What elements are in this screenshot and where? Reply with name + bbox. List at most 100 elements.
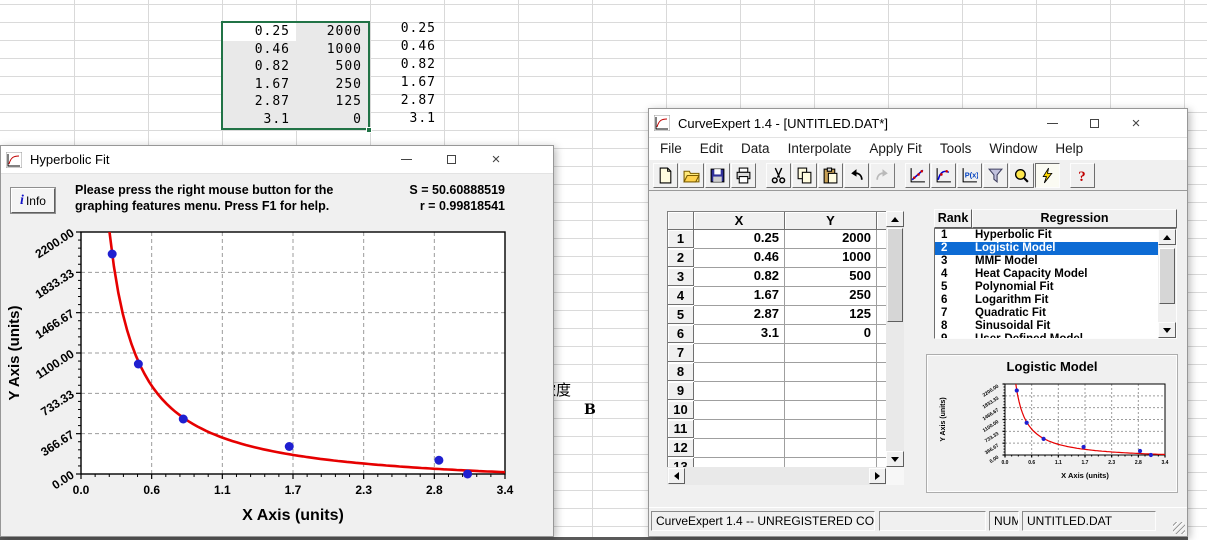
regression-item-4[interactable]: 4Heat Capacity Model	[935, 268, 1159, 281]
toolbar-print-button[interactable]	[731, 163, 756, 188]
toolbar-open-file-button[interactable]	[679, 163, 704, 188]
row-header-10[interactable]: 10	[668, 401, 694, 419]
cell-x-12[interactable]	[694, 439, 785, 458]
toolbar-auto-fit-button[interactable]	[1035, 163, 1060, 188]
cell-x-2[interactable]: 0.46	[694, 249, 785, 268]
cell-x-5[interactable]: 2.87	[694, 306, 785, 325]
ce-close-button[interactable]: ×	[1121, 110, 1151, 136]
menu-tools[interactable]: Tools	[931, 138, 981, 160]
cell-y-13[interactable]	[785, 458, 877, 467]
cell-x-11[interactable]	[694, 420, 785, 439]
rank-column-header[interactable]: Rank	[934, 209, 972, 228]
cell-y-5[interactable]: 125	[785, 306, 877, 325]
menu-edit[interactable]: Edit	[691, 138, 732, 160]
cell-y-2[interactable]: 1000	[785, 249, 877, 268]
spreadsheet-extra-column[interactable]: 0.250.460.821.672.873.1	[370, 21, 444, 129]
regression-item-7[interactable]: 7Quadratic Fit	[935, 307, 1159, 320]
row-header-8[interactable]: 8	[668, 363, 694, 381]
cell-y-10[interactable]	[785, 401, 877, 420]
cell-y-9[interactable]	[785, 382, 877, 401]
toolbar-new-file-button[interactable]	[653, 163, 678, 188]
cell-y-6[interactable]: 0	[785, 325, 877, 344]
row-header-6[interactable]: 6	[668, 325, 694, 343]
toolbar-save-file-button[interactable]	[705, 163, 730, 188]
regression-item-3[interactable]: 3MMF Model	[935, 255, 1159, 268]
regression-item-8[interactable]: 8Sinusoidal Fit	[935, 320, 1159, 333]
cell-x-10[interactable]	[694, 401, 785, 420]
row-header-2[interactable]: 2	[668, 249, 694, 267]
spreadsheet-cell[interactable]: 1000	[296, 41, 368, 59]
scroll-up-icon[interactable]	[891, 217, 899, 222]
ce-maximize-button[interactable]	[1079, 110, 1109, 136]
menu-file[interactable]: File	[651, 138, 691, 160]
toolbar-polynomial-fit-button[interactable]: P(x)	[957, 163, 982, 188]
spreadsheet-selected-range[interactable]: 0.2520000.4610000.825001.672502.871253.1…	[221, 21, 370, 130]
cell-y-3[interactable]: 500	[785, 268, 877, 287]
regression-item-1[interactable]: 1Hyperbolic Fit	[935, 229, 1159, 242]
row-header-9[interactable]: 9	[668, 382, 694, 400]
info-button[interactable]: i Info	[11, 188, 55, 213]
table-vscroll-thumb[interactable]	[887, 228, 903, 322]
menu-apply-fit[interactable]: Apply Fit	[860, 138, 931, 160]
resize-grip[interactable]	[1173, 522, 1185, 534]
spreadsheet-cell[interactable]: 2.87	[223, 93, 296, 111]
row-header-3[interactable]: 3	[668, 268, 694, 286]
cell-x-3[interactable]: 0.82	[694, 268, 785, 287]
table-horizontal-scrollbar[interactable]	[667, 467, 887, 485]
spreadsheet-cell[interactable]: 3.1	[223, 111, 296, 129]
regression-item-2[interactable]: 2Logistic Model	[935, 242, 1159, 255]
fit-plot-canvas[interactable]: 0.02200.000.61833.331.11466.671.71100.00…	[1, 216, 555, 538]
spreadsheet-cell[interactable]: 2000	[296, 23, 368, 41]
spreadsheet-cell[interactable]: 0	[296, 111, 368, 129]
spreadsheet-cell[interactable]: 0.82	[370, 57, 444, 75]
menu-window[interactable]: Window	[980, 138, 1046, 160]
spreadsheet-cell[interactable]: 0.25	[223, 23, 296, 41]
fit-close-button[interactable]: ×	[481, 147, 511, 173]
spreadsheet-cell[interactable]: 500	[296, 58, 368, 76]
ranking-scrollbar[interactable]	[1158, 229, 1176, 338]
toolbar-undo-button[interactable]	[844, 163, 869, 188]
scroll-down-icon[interactable]	[1163, 328, 1171, 333]
regression-item-9[interactable]: 9User-Defined Model	[935, 333, 1159, 339]
menu-interpolate[interactable]: Interpolate	[779, 138, 861, 160]
cell-y-1[interactable]: 2000	[785, 230, 877, 249]
toolbar-linear-fit-button[interactable]	[905, 163, 930, 188]
row-header-12[interactable]: 12	[668, 439, 694, 457]
cell-y-11[interactable]	[785, 420, 877, 439]
scroll-up-icon[interactable]	[1163, 235, 1171, 240]
ce-minimize-button[interactable]	[1037, 110, 1067, 136]
row-header-13[interactable]: 13	[668, 458, 694, 467]
scroll-left-icon[interactable]	[674, 472, 679, 480]
spreadsheet-cell[interactable]: 2.87	[370, 93, 444, 111]
spreadsheet-cell[interactable]: 0.25	[370, 21, 444, 39]
regression-item-6[interactable]: 6Logarithm Fit	[935, 294, 1159, 307]
menu-data[interactable]: Data	[732, 138, 779, 160]
row-header-11[interactable]: 11	[668, 420, 694, 438]
cell-x-4[interactable]: 1.67	[694, 287, 785, 306]
fit-minimize-button[interactable]	[391, 147, 421, 173]
cell-x-7[interactable]	[694, 344, 785, 363]
toolbar-curve-fit-button[interactable]	[931, 163, 956, 188]
spreadsheet-cell[interactable]: 0.82	[223, 58, 296, 76]
toolbar-help-button[interactable]: ?	[1070, 163, 1095, 188]
toolbar-copy-button[interactable]	[792, 163, 817, 188]
row-header-7[interactable]: 7	[668, 344, 694, 362]
cell-x-8[interactable]	[694, 363, 785, 382]
row-header-1[interactable]: 1	[668, 230, 694, 248]
cell-y-7[interactable]	[785, 344, 877, 363]
fit-window-titlebar[interactable]: Hyperbolic Fit ×	[1, 146, 553, 174]
ranking-scroll-thumb[interactable]	[1159, 248, 1175, 304]
regression-column-header[interactable]: Regression	[972, 209, 1177, 228]
menu-help[interactable]: Help	[1046, 138, 1092, 160]
toolbar-data-analysis-button[interactable]	[983, 163, 1008, 188]
cell-y-8[interactable]	[785, 363, 877, 382]
toolbar-paste-button[interactable]	[818, 163, 843, 188]
cell-x-6[interactable]: 3.1	[694, 325, 785, 344]
spreadsheet-cell[interactable]: 3.1	[370, 111, 444, 129]
spreadsheet-cell[interactable]: 125	[296, 93, 368, 111]
cell-y-4[interactable]: 250	[785, 287, 877, 306]
cell-x-13[interactable]	[694, 458, 785, 467]
regression-item-5[interactable]: 5Polynomial Fit	[935, 281, 1159, 294]
scroll-down-icon[interactable]	[891, 457, 899, 462]
spreadsheet-cell[interactable]: 1.67	[370, 75, 444, 93]
